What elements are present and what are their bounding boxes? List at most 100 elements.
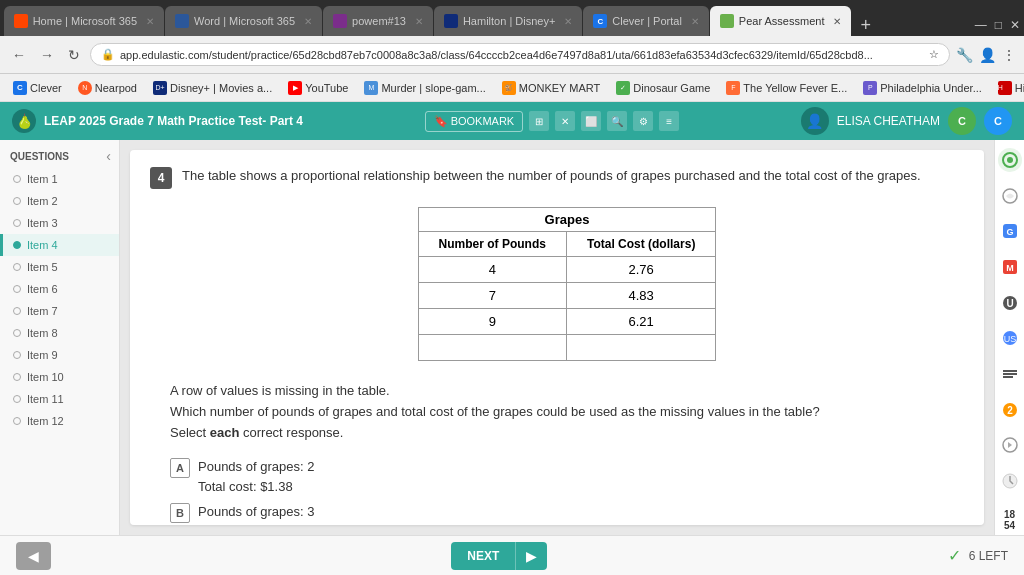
nearpod-icon: N <box>78 81 92 95</box>
item-4-dot <box>13 241 21 249</box>
lines-tool-icon[interactable]: ≡ <box>659 111 679 131</box>
browser-sidebar-icon-5[interactable]: U <box>998 291 1022 315</box>
choice-a-letter: A <box>170 458 190 478</box>
sidebar-item-3[interactable]: Item 3 <box>0 212 119 234</box>
sidebar-item-6[interactable]: Item 6 <box>0 278 119 300</box>
user-green-button[interactable]: C <box>948 107 976 135</box>
menu-icon[interactable]: ⋮ <box>1002 47 1016 63</box>
choice-b[interactable]: B Pounds of grapes: 3 Total cost: $2.53 <box>170 502 964 525</box>
instruction-line-3: Select each correct response. <box>170 423 964 444</box>
svg-text:2: 2 <box>1007 405 1013 416</box>
browser-sidebar-icon-8[interactable]: 2 <box>998 398 1022 422</box>
bookmark-fever[interactable]: F The Yellow Fever E... <box>721 79 852 97</box>
tab-pear[interactable]: Pear Assessment ✕ <box>710 6 852 36</box>
tab-powem[interactable]: powem#13 ✕ <box>323 6 433 36</box>
sidebar-item-12[interactable]: Item 12 <box>0 410 119 432</box>
forward-button[interactable]: → <box>36 45 58 65</box>
app-header: 🍐 LEAP 2025 Grade 7 Math Practice Test- … <box>0 102 1024 140</box>
tab-home[interactable]: Home | Microsoft 365 ✕ <box>4 6 164 36</box>
zoom-tool-icon[interactable]: 🔍 <box>607 111 627 131</box>
close-button[interactable]: ✕ <box>1010 18 1020 32</box>
bookmark-history[interactable]: H History of Yellow F... <box>993 79 1024 97</box>
profile-icon[interactable]: 👤 <box>979 47 996 63</box>
item-5-dot <box>13 263 21 271</box>
tab-bar: Home | Microsoft 365 ✕ Word | Microsoft … <box>0 0 1024 36</box>
minimize-button[interactable]: — <box>975 18 987 32</box>
tab-word[interactable]: Word | Microsoft 365 ✕ <box>165 6 322 36</box>
tab-hamilton[interactable]: Hamilton | Disney+ ✕ <box>434 6 582 36</box>
bookmark-murder[interactable]: M Murder | slope-gam... <box>359 79 490 97</box>
tab-pear-close[interactable]: ✕ <box>833 16 841 27</box>
sidebar-item-2[interactable]: Item 2 <box>0 190 119 212</box>
philly-icon: P <box>863 81 877 95</box>
col2-header: Total Cost (dollars) <box>566 232 715 257</box>
item-3-label: Item 3 <box>27 217 58 229</box>
choice-b-letter: B <box>170 503 190 523</box>
choice-a-text: Pounds of grapes: 2 Total cost: $1.38 <box>198 457 314 496</box>
tab-word-label: Word | Microsoft 365 <box>194 15 295 27</box>
browser-sidebar-icon-4[interactable]: M <box>998 255 1022 279</box>
time-hours: 18 <box>1004 509 1015 520</box>
browser-sidebar-icon-7[interactable] <box>998 362 1022 386</box>
tab-powem-label: powem#13 <box>352 15 406 27</box>
sidebar-item-8[interactable]: Item 8 <box>0 322 119 344</box>
bookmark-clever[interactable]: C Clever <box>8 79 67 97</box>
next-button-group: NEXT ▶ <box>451 542 547 570</box>
tab-hamilton-close[interactable]: ✕ <box>564 16 572 27</box>
bookmark-dino[interactable]: ✓ Dinosaur Game <box>611 79 715 97</box>
sidebar-collapse-button[interactable]: ‹ <box>106 148 111 164</box>
browser-sidebar-icon-1[interactable] <box>998 148 1022 172</box>
sidebar-item-9[interactable]: Item 9 <box>0 344 119 366</box>
row3-col2: 6.21 <box>566 309 715 335</box>
grid-tool-icon[interactable]: ⊞ <box>529 111 549 131</box>
settings-tool-icon[interactable]: ⚙ <box>633 111 653 131</box>
address-bar[interactable]: 🔒 app.edulastic.com/student/practice/65d… <box>90 43 950 66</box>
user-blue-button[interactable]: C <box>984 107 1012 135</box>
bookmark-button[interactable]: 🔖 BOOKMARK <box>425 111 524 132</box>
star-icon[interactable]: ☆ <box>929 48 939 61</box>
sidebar-item-11[interactable]: Item 11 <box>0 388 119 410</box>
browser-sidebar-icon-2[interactable] <box>998 184 1022 208</box>
browser-sidebar-icon-6[interactable]: US <box>998 327 1022 351</box>
extensions-icon[interactable]: 🔧 <box>956 47 973 63</box>
browser-sidebar-icon-3[interactable]: G <box>998 219 1022 243</box>
tab-clever-close[interactable]: ✕ <box>691 16 699 27</box>
tab-home-close[interactable]: ✕ <box>146 16 154 27</box>
close-tool-icon[interactable]: ✕ <box>555 111 575 131</box>
bookmark-philly[interactable]: P Philadelphia Under... <box>858 79 987 97</box>
table-title: Grapes <box>418 207 717 231</box>
bookmark-nearpod[interactable]: N Nearpod <box>73 79 142 97</box>
row1-col1: 4 <box>418 257 566 283</box>
new-tab-button[interactable]: + <box>852 15 879 36</box>
sidebar-item-10[interactable]: Item 10 <box>0 366 119 388</box>
maximize-button[interactable]: □ <box>995 18 1002 32</box>
item-9-label: Item 9 <box>27 349 58 361</box>
bookmark-youtube[interactable]: ▶ YouTube <box>283 79 353 97</box>
tab-powem-close[interactable]: ✕ <box>415 16 423 27</box>
items-left-count: 6 LEFT <box>969 549 1008 563</box>
main-layout: QUESTIONS ‹ Item 1 Item 2 Item 3 Item 4 … <box>0 140 1024 535</box>
bookmark-disney[interactable]: D+ Disney+ | Movies a... <box>148 79 277 97</box>
bookmark-clever-label: Clever <box>30 82 62 94</box>
next-button[interactable]: NEXT <box>451 542 515 570</box>
browser-sidebar-icon-9[interactable] <box>998 434 1022 458</box>
sidebar-item-1[interactable]: Item 1 <box>0 168 119 190</box>
youtube-icon: ▶ <box>288 81 302 95</box>
choice-a[interactable]: A Pounds of grapes: 2 Total cost: $1.38 <box>170 457 964 496</box>
sidebar-item-7[interactable]: Item 7 <box>0 300 119 322</box>
browser-sidebar-icon-10[interactable] <box>998 469 1022 493</box>
clever-icon: C <box>13 81 27 95</box>
svg-rect-13 <box>1003 376 1013 378</box>
time-minutes: 54 <box>1004 520 1015 531</box>
next-arrow-button[interactable]: ▶ <box>515 542 547 570</box>
bookmark-disney-label: Disney+ | Movies a... <box>170 82 272 94</box>
back-button[interactable]: ← <box>8 45 30 65</box>
sidebar-item-5[interactable]: Item 5 <box>0 256 119 278</box>
tab-word-close[interactable]: ✕ <box>304 16 312 27</box>
tab-clever[interactable]: C Clever | Portal ✕ <box>583 6 709 36</box>
prev-button[interactable]: ◀ <box>16 542 51 570</box>
bookmark-monkey[interactable]: 🐒 MONKEY MART <box>497 79 606 97</box>
expand-tool-icon[interactable]: ⬜ <box>581 111 601 131</box>
reload-button[interactable]: ↻ <box>64 45 84 65</box>
sidebar-item-4[interactable]: Item 4 <box>0 234 119 256</box>
